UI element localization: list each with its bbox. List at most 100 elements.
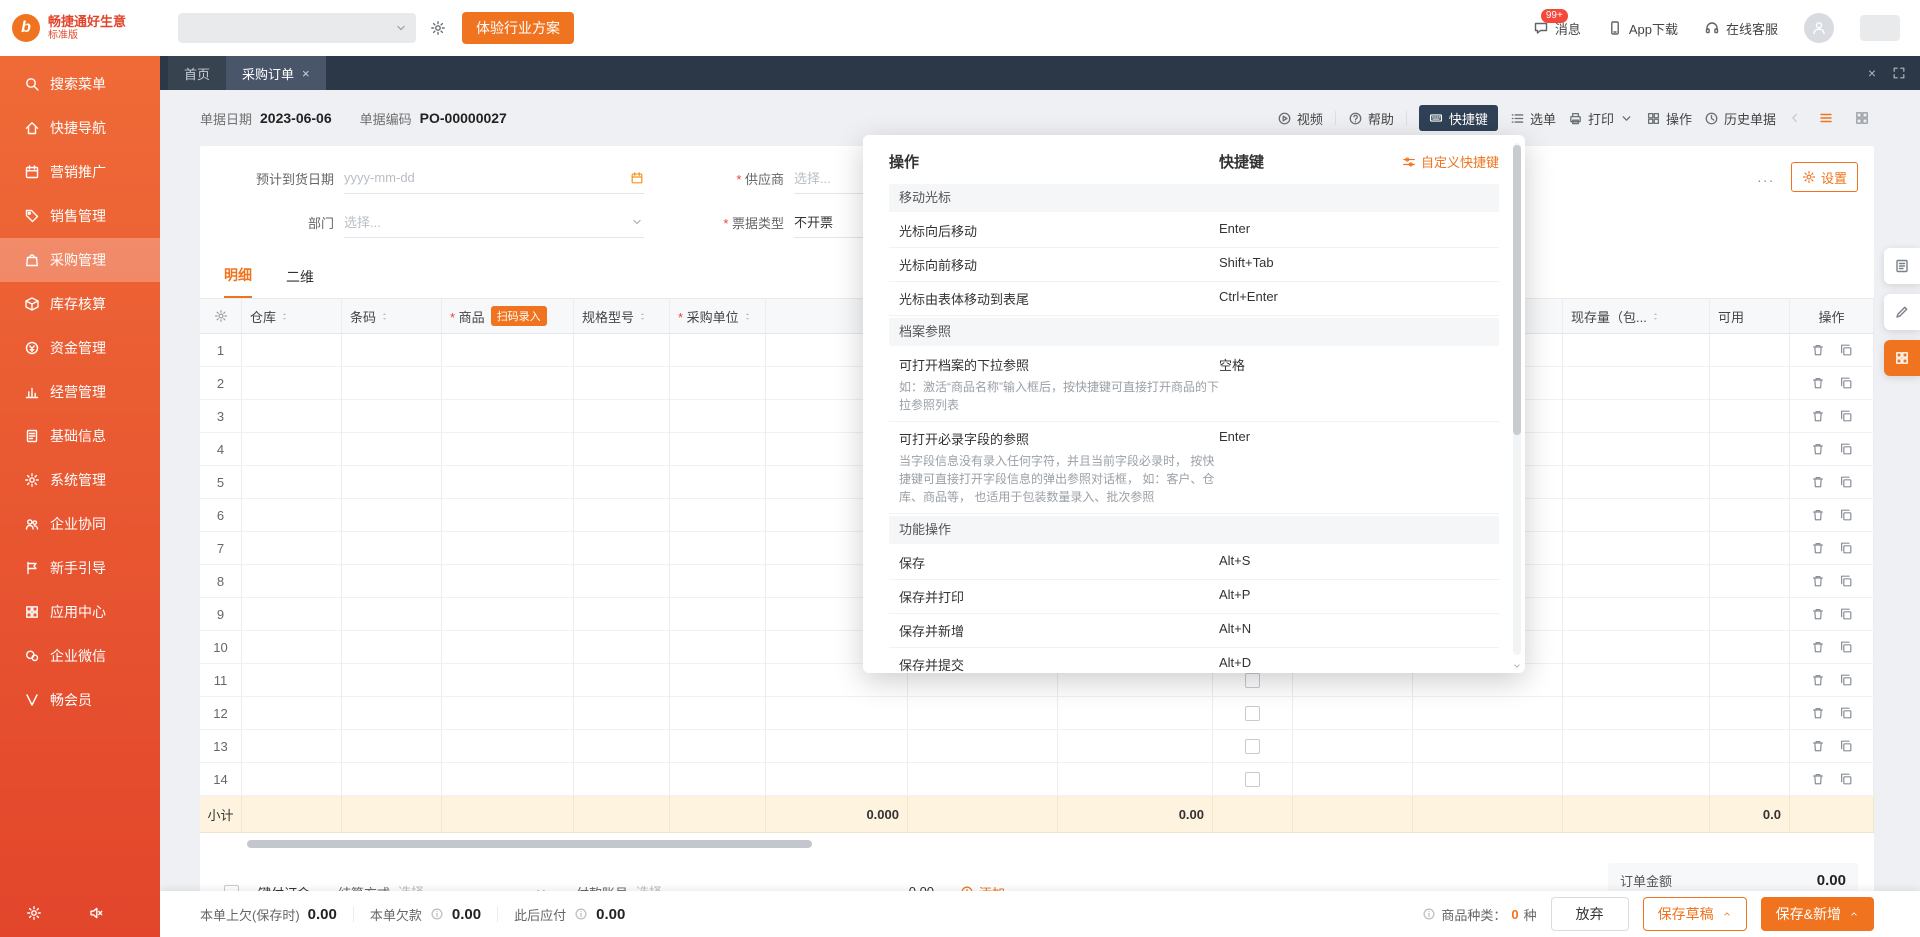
sidebar-item-search-menu[interactable]: 搜索菜单	[0, 62, 160, 106]
avatar[interactable]	[1804, 13, 1834, 43]
sidebar-item-operations[interactable]: 经营管理	[0, 370, 160, 414]
sort-icon[interactable]	[637, 311, 648, 322]
app-logo[interactable]: b 畅捷通好生意 标准版	[0, 0, 160, 56]
horizontal-scrollbar[interactable]	[202, 837, 1872, 851]
popup-scrollbar[interactable]	[1513, 143, 1521, 655]
table-cell[interactable]	[574, 433, 670, 465]
tab-detail[interactable]: 明细	[224, 265, 252, 298]
table-cell[interactable]	[670, 367, 766, 399]
table-cell[interactable]	[242, 565, 342, 597]
table-cell[interactable]	[342, 763, 442, 795]
row-checkbox[interactable]	[1245, 705, 1260, 721]
table-cell[interactable]	[1710, 532, 1790, 564]
copy-row-icon[interactable]	[1839, 607, 1853, 621]
table-cell[interactable]	[574, 565, 670, 597]
delete-row-icon[interactable]	[1811, 739, 1825, 753]
table-cell[interactable]	[574, 499, 670, 531]
table-cell[interactable]	[670, 631, 766, 663]
table-cell[interactable]	[1058, 730, 1213, 762]
table-cell[interactable]	[342, 730, 442, 762]
table-cell[interactable]	[342, 433, 442, 465]
discard-button[interactable]: 放弃	[1550, 897, 1629, 931]
table-cell[interactable]	[766, 697, 908, 729]
save-and-new-button[interactable]: 保存&新增	[1760, 897, 1874, 931]
sidebar-item-inventory[interactable]: 库存核算	[0, 282, 160, 326]
table-cell[interactable]	[442, 499, 574, 531]
delete-row-icon[interactable]	[1811, 409, 1825, 423]
sort-icon[interactable]	[379, 311, 390, 322]
table-cell[interactable]	[342, 664, 442, 696]
tab-home[interactable]: 首页	[168, 56, 227, 90]
table-row[interactable]: 13	[200, 730, 1874, 763]
table-cell[interactable]	[1413, 730, 1563, 762]
table-cell[interactable]	[1563, 631, 1710, 663]
pick-order-button[interactable]: 选单	[1510, 109, 1556, 128]
table-cell[interactable]	[242, 664, 342, 696]
table-cell[interactable]	[1563, 697, 1710, 729]
tab-2d[interactable]: 二维	[286, 267, 314, 298]
org-select[interactable]	[178, 13, 416, 43]
table-cell[interactable]	[1058, 697, 1213, 729]
table-cell[interactable]	[1710, 334, 1790, 366]
table-cell[interactable]	[442, 334, 574, 366]
notes-tool-button[interactable]	[1884, 248, 1920, 284]
table-cell[interactable]	[1293, 697, 1413, 729]
more-fields-button[interactable]: ...	[1757, 169, 1775, 185]
table-cell[interactable]	[1563, 565, 1710, 597]
table-cell[interactable]	[1710, 763, 1790, 795]
operations-button[interactable]: 操作	[1646, 109, 1692, 128]
table-cell[interactable]	[242, 631, 342, 663]
table-cell[interactable]	[342, 532, 442, 564]
copy-row-icon[interactable]	[1839, 508, 1853, 522]
copy-row-icon[interactable]	[1839, 739, 1853, 753]
info-icon[interactable]	[1422, 907, 1436, 921]
table-cell[interactable]	[242, 532, 342, 564]
table-cell[interactable]	[342, 565, 442, 597]
form-settings-button[interactable]: 设置	[1790, 162, 1858, 192]
table-cell[interactable]	[242, 598, 342, 630]
delete-row-icon[interactable]	[1811, 442, 1825, 456]
close-all-tabs-icon[interactable]: ×	[1868, 65, 1876, 81]
history-button[interactable]: 历史单据	[1704, 109, 1776, 128]
delete-row-icon[interactable]	[1811, 574, 1825, 588]
table-cell[interactable]	[442, 664, 574, 696]
table-cell[interactable]	[1710, 664, 1790, 696]
table-cell[interactable]	[574, 466, 670, 498]
table-cell[interactable]	[670, 433, 766, 465]
table-cell[interactable]	[1710, 400, 1790, 432]
table-cell[interactable]	[242, 367, 342, 399]
table-cell[interactable]	[1710, 598, 1790, 630]
sidebar-item-basic-info[interactable]: 基础信息	[0, 414, 160, 458]
sidebar-item-funds[interactable]: 资金管理	[0, 326, 160, 370]
copy-row-icon[interactable]	[1839, 475, 1853, 489]
table-cell[interactable]	[1563, 664, 1710, 696]
prev-doc-icon[interactable]	[1788, 111, 1802, 125]
table-cell[interactable]	[670, 334, 766, 366]
table-cell[interactable]	[242, 499, 342, 531]
table-cell[interactable]	[242, 400, 342, 432]
sort-icon[interactable]	[1650, 311, 1661, 322]
table-row[interactable]: 12	[200, 697, 1874, 730]
row-checkbox[interactable]	[1245, 738, 1260, 754]
save-draft-button[interactable]: 保存草稿	[1642, 897, 1747, 931]
copy-row-icon[interactable]	[1839, 772, 1853, 786]
table-cell[interactable]	[1293, 763, 1413, 795]
mute-announcement-icon[interactable]	[88, 905, 104, 921]
table-cell[interactable]	[442, 697, 574, 729]
copy-row-icon[interactable]	[1839, 409, 1853, 423]
table-cell[interactable]	[442, 598, 574, 630]
account-name[interactable]	[1860, 15, 1900, 41]
sidebar-item-guide[interactable]: 新手引导	[0, 546, 160, 590]
copy-row-icon[interactable]	[1839, 640, 1853, 654]
table-cell[interactable]	[670, 466, 766, 498]
edit-tool-button[interactable]	[1884, 294, 1920, 330]
table-cell[interactable]	[1563, 598, 1710, 630]
info-icon[interactable]	[430, 907, 444, 921]
department-select[interactable]: 选择...	[344, 207, 644, 238]
industry-solution-button[interactable]: 体验行业方案	[462, 12, 574, 44]
sidebar-item-quick-nav[interactable]: 快捷导航	[0, 106, 160, 150]
delete-row-icon[interactable]	[1811, 376, 1825, 390]
print-button[interactable]: 打印	[1568, 109, 1634, 128]
copy-row-icon[interactable]	[1839, 673, 1853, 687]
table-cell[interactable]	[574, 598, 670, 630]
